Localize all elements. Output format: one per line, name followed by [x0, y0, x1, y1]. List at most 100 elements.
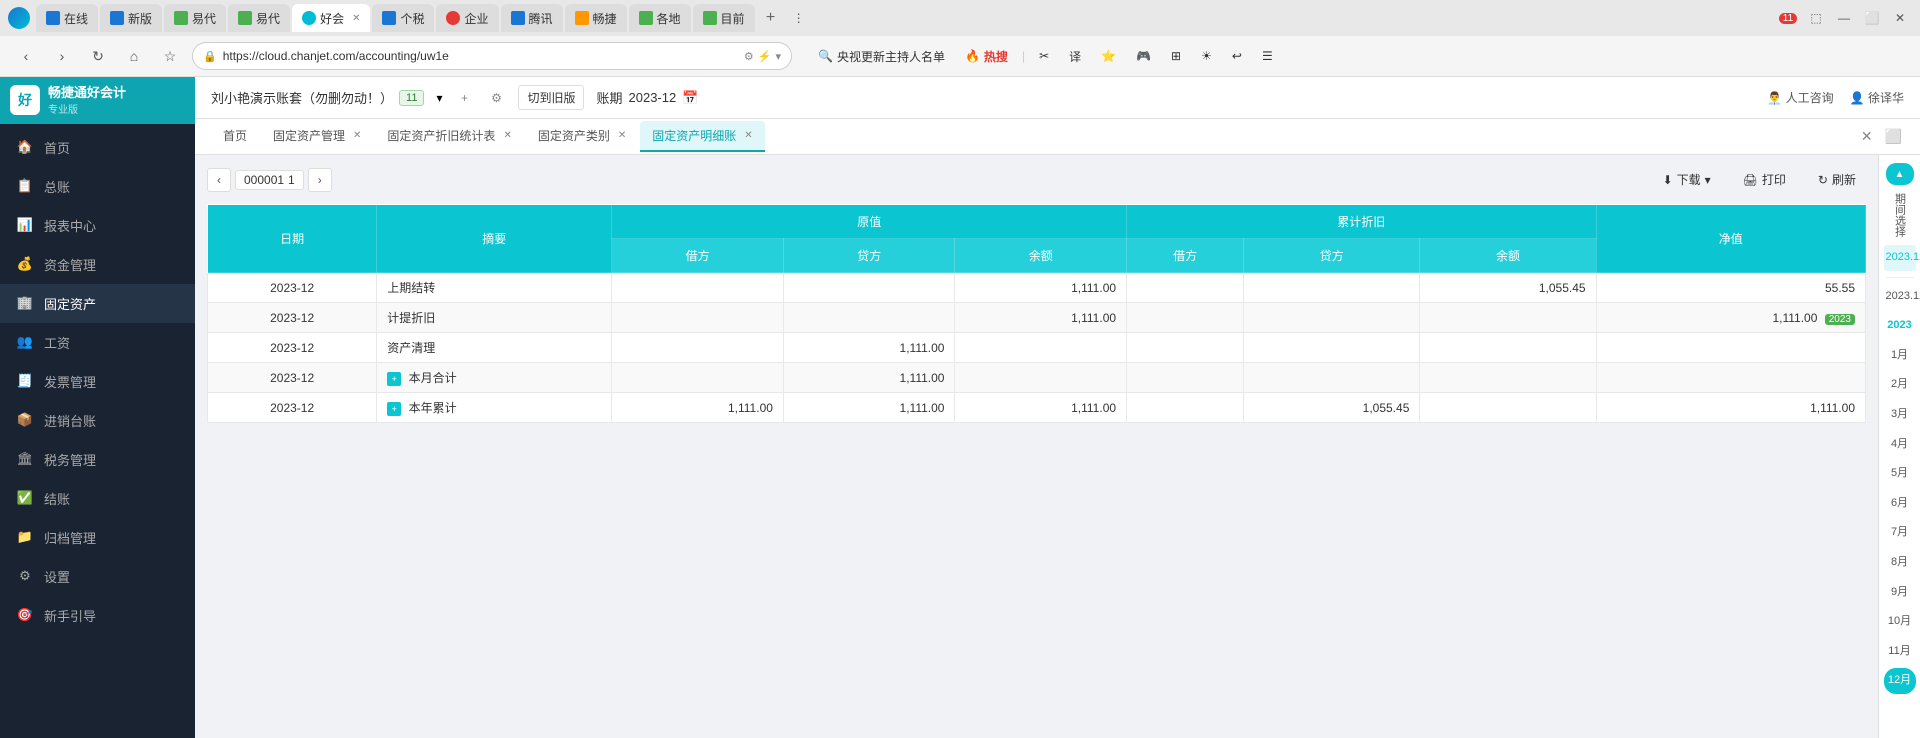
sidebar-item-archive[interactable]: 📁 归档管理: [0, 518, 195, 557]
browser-tab-new[interactable]: 新版: [100, 4, 162, 32]
main-content: 刘小艳演示账套（勿删勿动！） 11 ▾ + ⚙ 切到旧版 账期 2023-12 …: [195, 77, 1920, 738]
forward-button[interactable]: ›: [48, 42, 76, 70]
refresh-button[interactable]: ↻: [84, 42, 112, 70]
data-table: 日期 摘要 原值 累计折旧 净值 借方 贷方 余额 借方 贷方 余额: [207, 204, 1866, 423]
dropdown-icon[interactable]: ▾: [775, 50, 781, 63]
prev-page-btn[interactable]: ‹: [207, 168, 231, 192]
browser-tab-label: 个税: [400, 10, 424, 27]
sidebar-item-invoice[interactable]: 🧾 发票管理: [0, 362, 195, 401]
tab-fixed-cat-close[interactable]: ✕: [618, 130, 626, 141]
tab-home[interactable]: 首页: [211, 121, 259, 152]
sidebar-header[interactable]: 好 畅捷通好会计 专业版: [0, 77, 195, 124]
grid-btn[interactable]: ⊞: [1165, 47, 1187, 65]
browser-tab-tencent[interactable]: 腾讯: [501, 4, 563, 32]
translate-btn[interactable]: 译: [1063, 46, 1087, 67]
bookmark-button[interactable]: ☆: [156, 42, 184, 70]
sidebar-item-payroll[interactable]: 👥 工资: [0, 323, 195, 362]
undo-btn[interactable]: ↩: [1226, 47, 1248, 65]
tab-settings-icon[interactable]: ⋮: [787, 6, 811, 30]
period-item-8[interactable]: 8月: [1884, 550, 1916, 576]
tab-fixed-mgmt[interactable]: 固定资产管理 ✕: [261, 121, 373, 152]
browser-tab-close[interactable]: ✕: [352, 13, 360, 24]
search-bar[interactable]: 🔍 央视更新主持人名单: [812, 46, 951, 67]
period-item-1[interactable]: 1月: [1884, 343, 1916, 369]
sidebar-item-guide[interactable]: 🎯 新手引导: [0, 596, 195, 635]
row2-dep-debit: [1127, 303, 1244, 333]
browser-tab-gedi[interactable]: 各地: [629, 4, 691, 32]
close-button[interactable]: ✕: [1888, 6, 1912, 30]
home-nav-button[interactable]: ⌂: [120, 42, 148, 70]
browser-tab-online[interactable]: 在线: [36, 4, 98, 32]
browser-tab-muqian[interactable]: 目前: [693, 4, 755, 32]
help-btn[interactable]: 👨‍💼 人工咨询: [1767, 89, 1833, 106]
lightning-icon[interactable]: ⚡: [758, 50, 772, 63]
sidebar-item-tax[interactable]: 🏛 税务管理: [0, 440, 195, 479]
browser-tab-yidai1[interactable]: 易代: [164, 4, 226, 32]
period-item-2[interactable]: 2月: [1884, 372, 1916, 398]
period-item-6[interactable]: 6月: [1884, 491, 1916, 517]
menu-btn[interactable]: ☰: [1256, 47, 1279, 65]
period-item-7[interactable]: 7月: [1884, 520, 1916, 546]
brightness-btn[interactable]: ☀: [1195, 47, 1218, 65]
tab-fixed-dep[interactable]: 固定资产折旧统计表 ✕: [375, 121, 523, 152]
print-btn[interactable]: 🖨 打印: [1733, 167, 1796, 192]
address-bar[interactable]: 🔒 https://cloud.chanjet.com/accounting/u…: [192, 42, 792, 70]
tab-fixed-detail-close[interactable]: ✕: [744, 130, 752, 141]
game-btn[interactable]: 🎮: [1130, 47, 1157, 65]
browser-tab-geshui[interactable]: 个税: [372, 4, 434, 32]
download-icon: ⬇: [1663, 173, 1673, 187]
scroll-up-btn[interactable]: ▲: [1886, 163, 1914, 185]
sidebar-item-settings[interactable]: ⚙ 设置: [0, 557, 195, 596]
period-item-9[interactable]: 9月: [1884, 580, 1916, 606]
period-item-2023-12-top[interactable]: 2023.12: [1884, 245, 1916, 271]
period-item-11[interactable]: 11月: [1884, 639, 1916, 665]
tab-fixed-mgmt-close[interactable]: ✕: [353, 130, 361, 141]
restore-button[interactable]: ⬚: [1804, 6, 1828, 30]
add-company-btn[interactable]: +: [454, 88, 474, 108]
period-edit-icon[interactable]: 📅: [682, 90, 698, 106]
right-panel: ▲ 期间选择 2023.12 2023.12 2023 1月 2月 3月 4月 …: [1878, 155, 1920, 738]
browser-tab-yidai2[interactable]: 易代: [228, 4, 290, 32]
period-item-4[interactable]: 4月: [1884, 432, 1916, 458]
sidebar-item-report-center[interactable]: 📊 报表中心: [0, 206, 195, 245]
sidebar-item-fixed-assets[interactable]: 🏢 固定资产: [0, 284, 195, 323]
switch-version-btn[interactable]: 切到旧版: [518, 85, 584, 110]
star-btn[interactable]: ⭐: [1095, 47, 1122, 65]
sidebar-item-general-ledger[interactable]: 📋 总账: [0, 167, 195, 206]
table-row: 2023-12 + 本年累计 1,111.00 1,111.00 1,111.0…: [208, 393, 1866, 423]
close-tab-icon[interactable]: ✕: [1859, 126, 1875, 147]
minimize-button[interactable]: —: [1832, 6, 1856, 30]
maximize-tab-icon[interactable]: ⬜: [1883, 126, 1904, 147]
download-btn[interactable]: ⬇ 下载 ▾: [1653, 167, 1721, 192]
user-info[interactable]: 👤 徐译华: [1850, 89, 1904, 106]
hot-search-btn[interactable]: 🔥 热搜: [959, 46, 1014, 67]
extensions-icon[interactable]: ⚙: [744, 50, 754, 63]
period-item-2023[interactable]: 2023: [1884, 313, 1916, 339]
period-item-3[interactable]: 3月: [1884, 402, 1916, 428]
next-page-btn[interactable]: ›: [308, 168, 332, 192]
new-tab-button[interactable]: +: [757, 4, 785, 32]
company-dropdown[interactable]: ▾: [436, 91, 442, 105]
browser-tab-changjie[interactable]: 畅捷: [565, 4, 627, 32]
sidebar-item-settlement[interactable]: ✅ 结账: [0, 479, 195, 518]
tab-fixed-cat[interactable]: 固定资产类别 ✕: [526, 121, 638, 152]
sidebar-item-purchase-sales[interactable]: 📦 进销台账: [0, 401, 195, 440]
browser-tab-bar: 在线 新版 易代 易代 好会 ✕ 个税 企业 腾讯: [0, 0, 1920, 36]
browser-tab-haokuai[interactable]: 好会 ✕: [292, 4, 370, 32]
maximize-button[interactable]: ⬜: [1860, 6, 1884, 30]
period-item-5[interactable]: 5月: [1884, 461, 1916, 487]
sidebar-item-home[interactable]: 🏠 首页: [0, 128, 195, 167]
browser-tab-qiye[interactable]: 企业: [436, 4, 498, 32]
general-ledger-icon: 📋: [16, 177, 34, 195]
period-item-10[interactable]: 10月: [1884, 609, 1916, 635]
settings-company-btn[interactable]: ⚙: [486, 88, 506, 108]
refresh-btn[interactable]: ↻ 刷新: [1808, 167, 1866, 192]
tab-fixed-detail[interactable]: 固定资产明细账 ✕: [640, 121, 764, 152]
period-item-12[interactable]: 12月: [1884, 668, 1916, 694]
period-item-2023-12[interactable]: 2023.12: [1884, 284, 1916, 310]
back-button[interactable]: ‹: [12, 42, 40, 70]
tab-fixed-dep-close[interactable]: ✕: [503, 130, 511, 141]
sidebar-item-fund-mgmt[interactable]: 💰 资金管理: [0, 245, 195, 284]
tab-favicon-muqian: [703, 11, 717, 25]
scissors-icon[interactable]: ✂: [1033, 47, 1055, 65]
